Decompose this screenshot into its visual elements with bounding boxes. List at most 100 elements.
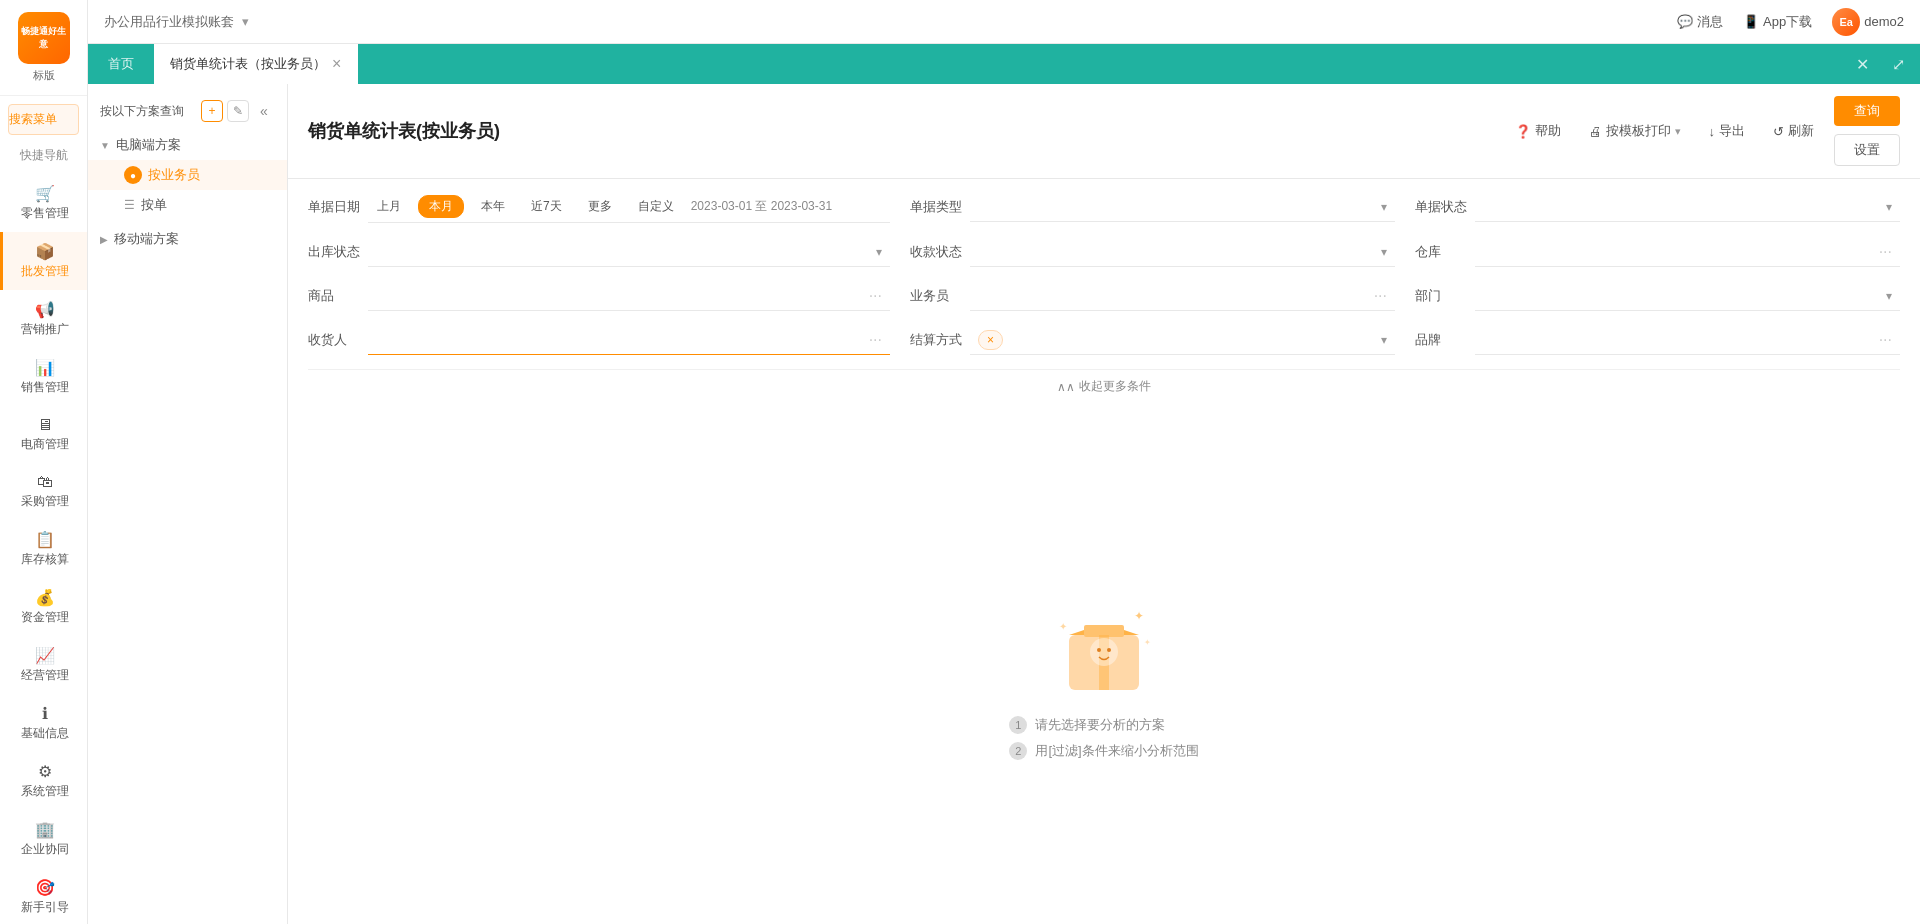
tip-num-1: 1 [1009, 716, 1027, 734]
date-more-btn[interactable]: 更多 [579, 195, 621, 218]
business-icon: 📈 [7, 646, 83, 665]
filter-warehouse: 仓库 ··· [1415, 237, 1900, 267]
sidebar-item-finance[interactable]: 💰 资金管理 [0, 578, 87, 636]
date-week-btn[interactable]: 近7天 [522, 195, 571, 218]
collapse-conditions-btn[interactable]: ∧∧ 收起更多条件 [1057, 378, 1151, 395]
svg-point-4 [1097, 648, 1101, 652]
date-current-month-btn[interactable]: 本月 [418, 195, 464, 218]
product-selector[interactable]: ··· [368, 281, 890, 311]
main-area: 办公用品行业模拟账套 ▾ 💬 消息 📱 App下载 Ea demo2 首页 [88, 0, 1920, 924]
payment-method-dropdown-icon: ▾ [1381, 333, 1387, 347]
warehouse-dots-icon: ··· [1879, 243, 1892, 261]
user-profile-btn[interactable]: Ea demo2 [1832, 8, 1904, 36]
sidebar-item-company[interactable]: 🏢 企业协同 [0, 810, 87, 868]
payment-status-selector[interactable]: ▾ [970, 237, 1395, 267]
sidebar-item-retail[interactable]: 🛒 零售管理 [0, 174, 87, 232]
scheme-by-order[interactable]: ☰ 按单 [88, 190, 287, 220]
tab-home[interactable]: 首页 [88, 44, 154, 84]
download-icon: 📱 [1743, 14, 1759, 29]
tag-close-btn[interactable]: × [987, 333, 994, 347]
scheme-desktop-label: 电脑端方案 [116, 136, 181, 154]
empty-state: ✦ ✦ ✦ 1 请先选择要分析的方案 2 用[过滤]条件来缩小分析范围 [288, 415, 1920, 924]
settings-btn[interactable]: 设置 [1834, 134, 1900, 166]
doc-status-selector[interactable]: ▾ [1475, 192, 1900, 222]
wholesale-icon: 📦 [7, 242, 83, 261]
filter-row-1: 单据日期 上月 本月 本年 近7天 更多 自定义 2023-03-01 至 20… [308, 191, 1900, 223]
date-year-btn[interactable]: 本年 [472, 195, 514, 218]
sidebar-item-sales[interactable]: 📊 销售管理 [0, 348, 87, 406]
window-close-btn[interactable]: ✕ [1848, 50, 1876, 78]
top-header: 办公用品行业模拟账套 ▾ 💬 消息 📱 App下载 Ea demo2 [88, 0, 1920, 44]
sidebar-item-ecommerce[interactable]: 🖥 电商管理 [0, 406, 87, 463]
date-prev-month-btn[interactable]: 上月 [368, 195, 410, 218]
payment-method-selector[interactable]: × ▾ [970, 325, 1395, 355]
salesperson-selector[interactable]: ··· [970, 281, 1395, 311]
doc-status-label: 单据状态 [1415, 198, 1475, 216]
date-custom-btn[interactable]: 自定义 [629, 195, 683, 218]
scheme-panel-actions: + ✎ « [201, 100, 275, 122]
tab-close-btn[interactable]: × [332, 56, 341, 72]
tab-bar: 首页 销货单统计表（按业务员） × ✕ ⤢ [88, 44, 1920, 84]
app-download-btn[interactable]: 📱 App下载 [1743, 13, 1812, 31]
receiver-label: 收货人 [308, 331, 368, 349]
sidebar-item-inventory[interactable]: 📋 库存核算 [0, 520, 87, 578]
scheme-edit-btn[interactable]: ✎ [227, 100, 249, 122]
receiver-input[interactable]: ··· [368, 325, 890, 355]
scheme-collapse-btn[interactable]: « [253, 100, 275, 122]
scheme-panel-title: 按以下方案查询 [100, 103, 184, 120]
sidebar-item-basic[interactable]: ℹ 基础信息 [0, 694, 87, 752]
scheme-mobile-label: 移动端方案 [114, 230, 179, 248]
date-label: 单据日期 [308, 198, 368, 216]
logo-subtitle: 标版 [8, 68, 79, 83]
scheme-by-salesperson[interactable]: ● 按业务员 [88, 160, 287, 190]
header-right-actions: 💬 消息 📱 App下载 Ea demo2 [1677, 8, 1904, 36]
product-label: 商品 [308, 287, 368, 305]
finance-icon: 💰 [7, 588, 83, 607]
search-menu-btn[interactable]: 搜索菜单 [8, 104, 79, 135]
warehouse-selector[interactable]: ··· [1475, 237, 1900, 267]
out-status-selector[interactable]: ▾ [368, 237, 890, 267]
export-btn[interactable]: ↓ 导出 [1701, 118, 1754, 144]
tab-active-label: 销货单统计表（按业务员） [170, 55, 326, 73]
doc-status-dropdown-icon: ▾ [1886, 200, 1892, 214]
avatar: Ea [1832, 8, 1860, 36]
collapse-bar: ∧∧ 收起更多条件 [308, 369, 1900, 403]
window-maximize-btn[interactable]: ⤢ [1884, 50, 1912, 78]
tip-text-1: 请先选择要分析的方案 [1035, 716, 1165, 734]
refresh-btn[interactable]: ↺ 刷新 [1765, 118, 1822, 144]
newbie-icon: 🎯 [7, 878, 83, 897]
help-btn[interactable]: ❓ 帮助 [1507, 118, 1569, 144]
tab-active[interactable]: 销货单统计表（按业务员） × [154, 44, 358, 84]
filter-brand: 品牌 ··· [1415, 325, 1900, 355]
filter-row-2: 出库状态 ▾ 收款状态 ▾ 仓库 [308, 237, 1900, 267]
scheme-mobile-node[interactable]: ▶ 移动端方案 [88, 224, 287, 254]
filter-payment-method: 结算方式 × ▾ [910, 325, 1395, 355]
sidebar-item-business[interactable]: 📈 经营管理 [0, 636, 87, 694]
scheme-desktop-node[interactable]: ▼ 电脑端方案 [88, 130, 287, 160]
dept-dropdown-icon: ▾ [1886, 289, 1892, 303]
retail-icon: 🛒 [7, 184, 83, 203]
date-selector[interactable]: 上月 本月 本年 近7天 更多 自定义 2023-03-01 至 2023-03… [368, 191, 890, 223]
print-btn[interactable]: 🖨 按模板打印 ▾ [1581, 118, 1689, 144]
message-btn[interactable]: 💬 消息 [1677, 13, 1723, 31]
out-status-label: 出库状态 [308, 243, 368, 261]
empty-tips: 1 请先选择要分析的方案 2 用[过滤]条件来缩小分析范围 [1009, 716, 1198, 760]
quick-nav-btn[interactable]: 快捷导航 [0, 143, 87, 170]
dept-selector[interactable]: ▾ [1475, 281, 1900, 311]
page-content: 按以下方案查询 + ✎ « ▼ 电脑端方案 ● 按业务员 ☰ 按单 ▶ [88, 84, 1920, 924]
sidebar-item-marketing[interactable]: 📢 营销推广 [0, 290, 87, 348]
brand-selector[interactable]: ··· [1475, 325, 1900, 355]
doc-type-selector[interactable]: ▾ [970, 192, 1395, 222]
workspace-dropdown-icon[interactable]: ▾ [242, 14, 249, 29]
empty-illustration: ✦ ✦ ✦ [1044, 580, 1164, 700]
sidebar-item-purchase[interactable]: 🛍 采购管理 [0, 463, 87, 520]
ecommerce-icon: 🖥 [7, 416, 83, 434]
marketing-icon: 📢 [7, 300, 83, 319]
sidebar-item-system[interactable]: ⚙ 系统管理 [0, 752, 87, 810]
sidebar-item-wholesale[interactable]: 📦 批发管理 [0, 232, 87, 290]
sidebar-item-newbie[interactable]: 🎯 新手引导 [0, 868, 87, 924]
dept-label: 部门 [1415, 287, 1475, 305]
scheme-add-btn[interactable]: + [201, 100, 223, 122]
query-btn[interactable]: 查询 [1834, 96, 1900, 126]
sidebar-nav: 🛒 零售管理 📦 批发管理 📢 营销推广 📊 销售管理 🖥 电商管理 🛍 采购管… [0, 170, 87, 924]
